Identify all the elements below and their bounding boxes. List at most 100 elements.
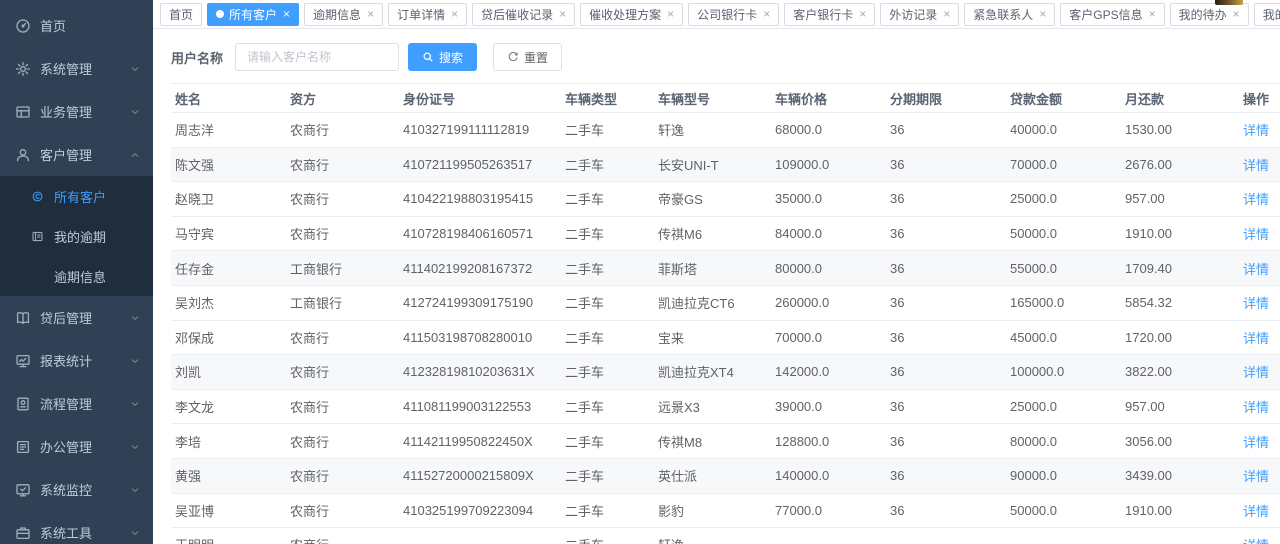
tab-order-detail[interactable]: 订单详情× <box>388 3 467 26</box>
close-icon[interactable]: × <box>943 8 950 20</box>
cell-monthly-payment: 1530.00 <box>1121 113 1239 148</box>
detail-link[interactable]: 详情 <box>1243 123 1269 138</box>
tab-overdue-info[interactable]: 逾期信息× <box>304 3 383 26</box>
sidebar-item-home[interactable]: 首页 <box>0 4 153 47</box>
sidebar-item-tools[interactable]: 系统工具 <box>0 511 153 544</box>
close-icon[interactable]: × <box>1149 8 1156 20</box>
report-icon <box>15 353 31 369</box>
tab-all-customers[interactable]: 所有客户 × <box>207 3 299 26</box>
cell-vehicle-type: 二手车 <box>561 216 654 251</box>
cell-funder: 农商行 <box>286 216 399 251</box>
detail-link[interactable]: 详情 <box>1243 538 1269 544</box>
cell-operations: 详情 <box>1239 216 1280 251</box>
close-icon[interactable]: × <box>1233 8 1240 20</box>
cell-price: 77000.0 <box>771 493 886 528</box>
sidebar-item-office[interactable]: 办公管理 <box>0 425 153 468</box>
search-form: 用户名称 搜索 重置 <box>171 43 1280 71</box>
cell-vehicle-model: 凯迪拉克CT6 <box>654 285 771 320</box>
cell-id-number: 410325199709223094 <box>399 493 561 528</box>
tab-customer-bank-card[interactable]: 客户银行卡× <box>784 3 875 26</box>
column-header: 操作 <box>1239 84 1280 113</box>
tab-label: 贷后催收记录 <box>481 6 553 23</box>
close-icon[interactable]: × <box>1039 8 1046 20</box>
cell-price: 39000.0 <box>771 389 886 424</box>
sidebar-item-all-customers[interactable]: 所有客户 <box>0 176 153 216</box>
sidebar-item-monitor[interactable]: 系统监控 <box>0 468 153 511</box>
chevron-down-icon <box>129 484 141 496</box>
detail-link[interactable]: 详情 <box>1243 435 1269 450</box>
tab-visit-records[interactable]: 外访记录× <box>880 3 959 26</box>
sidebar-item-customer[interactable]: 客户管理 <box>0 133 153 176</box>
tab-my-process[interactable]: 我的流程× <box>1254 3 1280 26</box>
table-row: 周志洋农商行410327199111112819二手车轩逸68000.03640… <box>171 113 1280 148</box>
sidebar-item-overdue-info[interactable]: 逾期信息 <box>0 256 153 296</box>
cell-loan-amount: 40000.0 <box>1006 113 1121 148</box>
tab-customer-gps[interactable]: 客户GPS信息× <box>1060 3 1164 26</box>
sidebar-item-report[interactable]: 报表统计 <box>0 339 153 382</box>
tab-label: 我的待办 <box>1179 6 1227 23</box>
cell-term: 36 <box>886 389 1006 424</box>
table-row: 李文龙农商行411081199003122553二手车远景X339000.036… <box>171 389 1280 424</box>
detail-link[interactable]: 详情 <box>1243 400 1269 415</box>
sidebar-item-label: 客户管理 <box>40 145 129 164</box>
detail-link[interactable]: 详情 <box>1243 158 1269 173</box>
table-row: 邓保成农商行411503198708280010二手车宝来70000.03645… <box>171 320 1280 355</box>
sidebar-item-my-overdue[interactable]: 我的逾期 <box>0 216 153 256</box>
chevron-down-icon <box>129 398 141 410</box>
close-icon[interactable]: × <box>283 8 290 20</box>
detail-link[interactable]: 详情 <box>1243 227 1269 242</box>
close-icon[interactable]: × <box>559 8 566 20</box>
sidebar-item-process[interactable]: 流程管理 <box>0 382 153 425</box>
cell-name: 周志洋 <box>171 113 286 148</box>
tab-label: 所有客户 <box>229 6 277 23</box>
tab-collection-plan[interactable]: 催收处理方案× <box>580 3 683 26</box>
tab-company-bank-card[interactable]: 公司银行卡× <box>688 3 779 26</box>
customer-name-input[interactable] <box>235 43 399 71</box>
sidebar-item-business[interactable]: 业务管理 <box>0 90 153 133</box>
cell-name: 邓保成 <box>171 320 286 355</box>
tab-collection-records[interactable]: 贷后催收记录 × <box>472 3 575 26</box>
table-header-row: 姓名资方身份证号车辆类型车辆型号车辆价格分期期限贷款金额月还款操作 <box>171 84 1280 113</box>
customer-icon <box>15 147 31 163</box>
detail-link[interactable]: 详情 <box>1243 331 1269 346</box>
tab-label: 首页 <box>169 6 193 23</box>
detail-link[interactable]: 详情 <box>1243 296 1269 311</box>
chevron-down-icon <box>129 312 141 324</box>
column-header: 身份证号 <box>399 84 561 113</box>
cell-monthly-payment <box>1121 528 1239 544</box>
cell-monthly-payment: 1720.00 <box>1121 320 1239 355</box>
detail-link[interactable]: 详情 <box>1243 262 1269 277</box>
reset-button[interactable]: 重置 <box>493 43 562 71</box>
cell-operations: 详情 <box>1239 424 1280 459</box>
chevron-up-icon <box>129 149 141 161</box>
cell-loan-amount: 90000.0 <box>1006 458 1121 493</box>
detail-link[interactable]: 详情 <box>1243 365 1269 380</box>
cell-name: 黄强 <box>171 458 286 493</box>
close-icon[interactable]: × <box>763 8 770 20</box>
close-icon[interactable]: × <box>367 8 374 20</box>
cell-term: 36 <box>886 147 1006 182</box>
cell-id-number: 411503198708280010 <box>399 320 561 355</box>
close-icon[interactable]: × <box>451 8 458 20</box>
detail-link[interactable]: 详情 <box>1243 192 1269 207</box>
cell-vehicle-type: 二手车 <box>561 424 654 459</box>
cell-operations: 详情 <box>1239 355 1280 390</box>
sidebar-item-system[interactable]: 系统管理 <box>0 47 153 90</box>
sidebar-item-loan[interactable]: 贷后管理 <box>0 296 153 339</box>
cell-operations: 详情 <box>1239 528 1280 544</box>
cell-funder: 农商行 <box>286 113 399 148</box>
close-icon[interactable]: × <box>859 8 866 20</box>
cell-price: 35000.0 <box>771 182 886 217</box>
cell-name: 吴刘杰 <box>171 285 286 320</box>
close-icon[interactable]: × <box>667 8 674 20</box>
cell-loan-amount: 50000.0 <box>1006 216 1121 251</box>
detail-link[interactable]: 详情 <box>1243 469 1269 484</box>
tab-home[interactable]: 首页 <box>160 3 202 26</box>
tab-emergency-contacts[interactable]: 紧急联系人× <box>964 3 1055 26</box>
cell-name: 李培 <box>171 424 286 459</box>
detail-link[interactable]: 详情 <box>1243 504 1269 519</box>
office-icon <box>15 439 31 455</box>
tab-my-todo[interactable]: 我的待办 × <box>1170 3 1249 26</box>
cell-loan-amount: 80000.0 <box>1006 424 1121 459</box>
search-button[interactable]: 搜索 <box>408 43 477 71</box>
